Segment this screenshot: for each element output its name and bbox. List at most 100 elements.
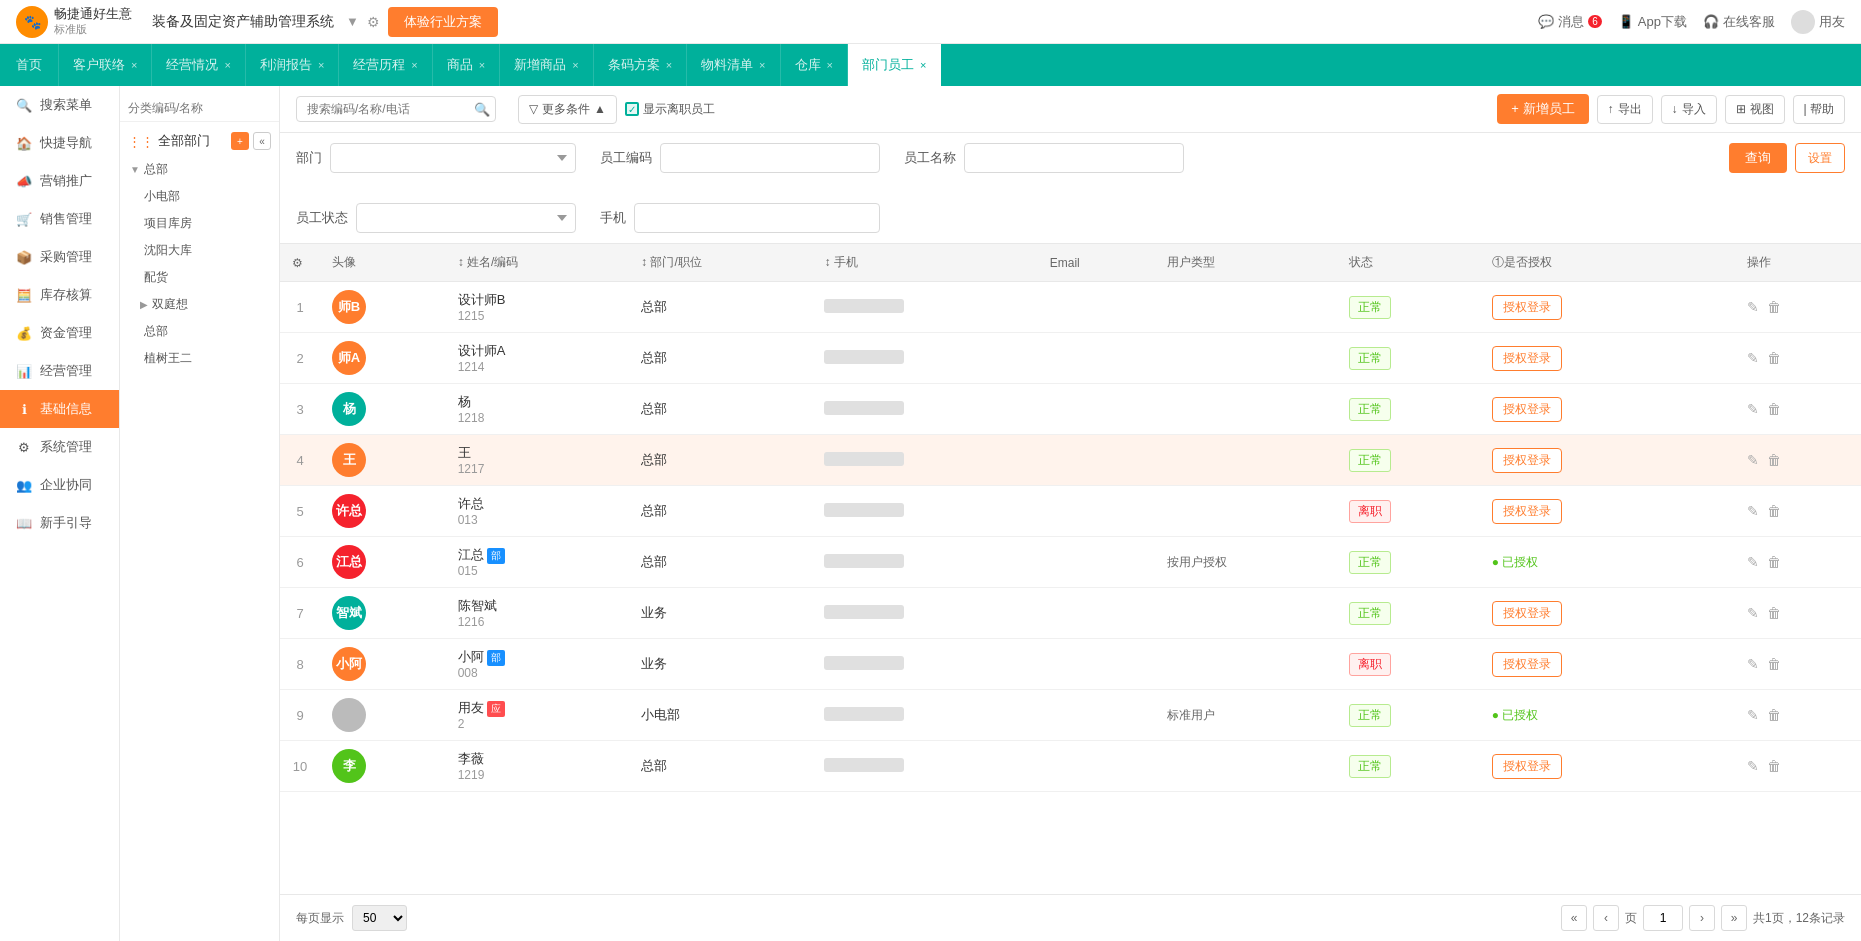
next-page-btn[interactable]: › <box>1689 905 1715 931</box>
nav-tab-barcode[interactable]: 条码方案 × <box>594 44 687 86</box>
prev-page-btn[interactable]: ‹ <box>1593 905 1619 931</box>
dept-filter-select[interactable] <box>330 143 576 173</box>
edit-btn[interactable]: ✎ <box>1747 758 1759 774</box>
sidebar-item-basic[interactable]: ℹ 基础信息 <box>0 390 119 428</box>
add-employee-button[interactable]: + 新增员工 <box>1497 94 1588 124</box>
set-button[interactable]: 设置 <box>1795 143 1845 173</box>
close-customers-icon[interactable]: × <box>131 59 137 71</box>
close-warehouse-icon[interactable]: × <box>827 59 833 71</box>
more-conditions-btn[interactable]: ▽ 更多条件 ▲ <box>518 95 617 124</box>
delete-btn[interactable]: 🗑 <box>1767 656 1781 672</box>
trial-button[interactable]: 体验行业方案 <box>388 7 498 37</box>
export-btn[interactable]: ↑ 导出 <box>1597 95 1653 124</box>
emp-name-filter-input[interactable] <box>964 143 1184 173</box>
delete-btn[interactable]: 🗑 <box>1767 503 1781 519</box>
dept-tree-root[interactable]: ⋮⋮ 全部部门 + « <box>120 126 279 156</box>
dept-add-icon[interactable]: + <box>231 132 249 150</box>
sidebar-item-guide[interactable]: 📖 新手引导 <box>0 504 119 542</box>
sidebar-item-finance[interactable]: 💰 资金管理 <box>0 314 119 352</box>
dept-group-head[interactable]: ▼ 总部 <box>120 156 279 183</box>
import-btn[interactable]: ↓ 导入 <box>1661 95 1717 124</box>
edit-btn[interactable]: ✎ <box>1747 299 1759 315</box>
dept-sub-zhishu[interactable]: 植树王二 <box>120 345 279 372</box>
col-phone[interactable]: ↕ 手机 <box>812 244 1037 282</box>
nav-tab-goods[interactable]: 商品 × <box>433 44 500 86</box>
sidebar-item-nav[interactable]: 🏠 快捷导航 <box>0 124 119 162</box>
last-page-btn[interactable]: » <box>1721 905 1747 931</box>
edit-btn[interactable]: ✎ <box>1747 401 1759 417</box>
nav-tab-customers[interactable]: 客户联络 × <box>59 44 152 86</box>
sidebar-item-collab[interactable]: 👥 企业协同 <box>0 466 119 504</box>
message-btn[interactable]: 💬 消息 6 <box>1538 13 1602 31</box>
nav-tab-profit[interactable]: 利润报告 × <box>246 44 339 86</box>
sidebar-item-system[interactable]: ⚙ 系统管理 <box>0 428 119 466</box>
view-btn[interactable]: ⊞ 视图 <box>1725 95 1785 124</box>
delete-btn[interactable]: 🗑 <box>1767 758 1781 774</box>
edit-btn[interactable]: ✎ <box>1747 707 1759 723</box>
col-name-code[interactable]: ↕ 姓名/编码 <box>446 244 629 282</box>
nav-tab-history[interactable]: 经营历程 × <box>339 44 432 86</box>
dept-sub-peihuo[interactable]: 配货 <box>120 264 279 291</box>
auth-login-btn[interactable]: 授权登录 <box>1492 448 1562 473</box>
auth-login-btn[interactable]: 授权登录 <box>1492 601 1562 626</box>
nav-tab-add-goods[interactable]: 新增商品 × <box>500 44 593 86</box>
delete-btn[interactable]: 🗑 <box>1767 707 1781 723</box>
nav-tab-bom[interactable]: 物料清单 × <box>687 44 780 86</box>
dropdown-arrow-icon[interactable]: ▼ <box>346 14 359 29</box>
delete-btn[interactable]: 🗑 <box>1767 401 1781 417</box>
nav-tab-operations[interactable]: 经营情况 × <box>152 44 245 86</box>
sidebar-item-purchase[interactable]: 📦 采购管理 <box>0 238 119 276</box>
first-page-btn[interactable]: « <box>1561 905 1587 931</box>
nav-tab-warehouse[interactable]: 仓库 × <box>781 44 848 86</box>
sidebar-item-business[interactable]: 📊 经营管理 <box>0 352 119 390</box>
sidebar-item-inventory[interactable]: 🧮 库存核算 <box>0 276 119 314</box>
dept-sub-zongbu[interactable]: 总部 <box>120 318 279 345</box>
edit-btn[interactable]: ✎ <box>1747 452 1759 468</box>
delete-btn[interactable]: 🗑 <box>1767 452 1781 468</box>
search-button[interactable]: 查询 <box>1729 143 1787 173</box>
close-operations-icon[interactable]: × <box>224 59 230 71</box>
auth-login-btn[interactable]: 授权登录 <box>1492 346 1562 371</box>
edit-btn[interactable]: ✎ <box>1747 350 1759 366</box>
close-history-icon[interactable]: × <box>411 59 417 71</box>
online-service-btn[interactable]: 🎧 在线客服 <box>1703 13 1775 31</box>
emp-status-filter-select[interactable] <box>356 203 576 233</box>
auth-login-btn[interactable]: 授权登录 <box>1492 397 1562 422</box>
toolbar-search-icon[interactable]: 🔍 <box>474 102 490 117</box>
dept-sub-shenyang[interactable]: 沈阳大库 <box>120 237 279 264</box>
close-barcode-icon[interactable]: × <box>666 59 672 71</box>
col-gear[interactable]: ⚙ <box>280 244 320 282</box>
close-profit-icon[interactable]: × <box>318 59 324 71</box>
dept-search-input[interactable] <box>128 101 278 115</box>
show-resigned-checkbox[interactable]: ✓ 显示离职员工 <box>625 101 715 118</box>
page-input[interactable] <box>1643 905 1683 931</box>
close-add-goods-icon[interactable]: × <box>572 59 578 71</box>
col-dept-pos[interactable]: ↕ 部门/职位 <box>629 244 812 282</box>
nav-tab-home[interactable]: 首页 <box>0 44 59 86</box>
dept-sub-shuangting[interactable]: ▶ 双庭想 <box>120 291 279 318</box>
delete-btn[interactable]: 🗑 <box>1767 350 1781 366</box>
phone-filter-input[interactable] <box>634 203 880 233</box>
delete-btn[interactable]: 🗑 <box>1767 554 1781 570</box>
delete-btn[interactable]: 🗑 <box>1767 299 1781 315</box>
auth-login-btn[interactable]: 授权登录 <box>1492 652 1562 677</box>
delete-btn[interactable]: 🗑 <box>1767 605 1781 621</box>
edit-btn[interactable]: ✎ <box>1747 554 1759 570</box>
close-bom-icon[interactable]: × <box>759 59 765 71</box>
more-btn[interactable]: | 帮助 <box>1793 95 1845 124</box>
per-page-select[interactable]: 50 100 <box>352 905 407 931</box>
emp-code-filter-input[interactable] <box>660 143 880 173</box>
gear-col-icon[interactable]: ⚙ <box>292 256 303 270</box>
edit-btn[interactable]: ✎ <box>1747 656 1759 672</box>
edit-btn[interactable]: ✎ <box>1747 605 1759 621</box>
auth-login-btn[interactable]: 授权登录 <box>1492 295 1562 320</box>
user-btn[interactable]: 用友 <box>1791 10 1845 34</box>
sidebar-item-marketing[interactable]: 📣 营销推广 <box>0 162 119 200</box>
nav-tab-dept-staff[interactable]: 部门员工 × <box>848 44 941 86</box>
settings-icon[interactable]: ⚙ <box>367 14 380 30</box>
edit-btn[interactable]: ✎ <box>1747 503 1759 519</box>
dept-sub-xiaodian[interactable]: 小电部 <box>120 183 279 210</box>
auth-login-btn[interactable]: 授权登录 <box>1492 499 1562 524</box>
auth-login-btn[interactable]: 授权登录 <box>1492 754 1562 779</box>
sidebar-item-sales[interactable]: 🛒 销售管理 <box>0 200 119 238</box>
